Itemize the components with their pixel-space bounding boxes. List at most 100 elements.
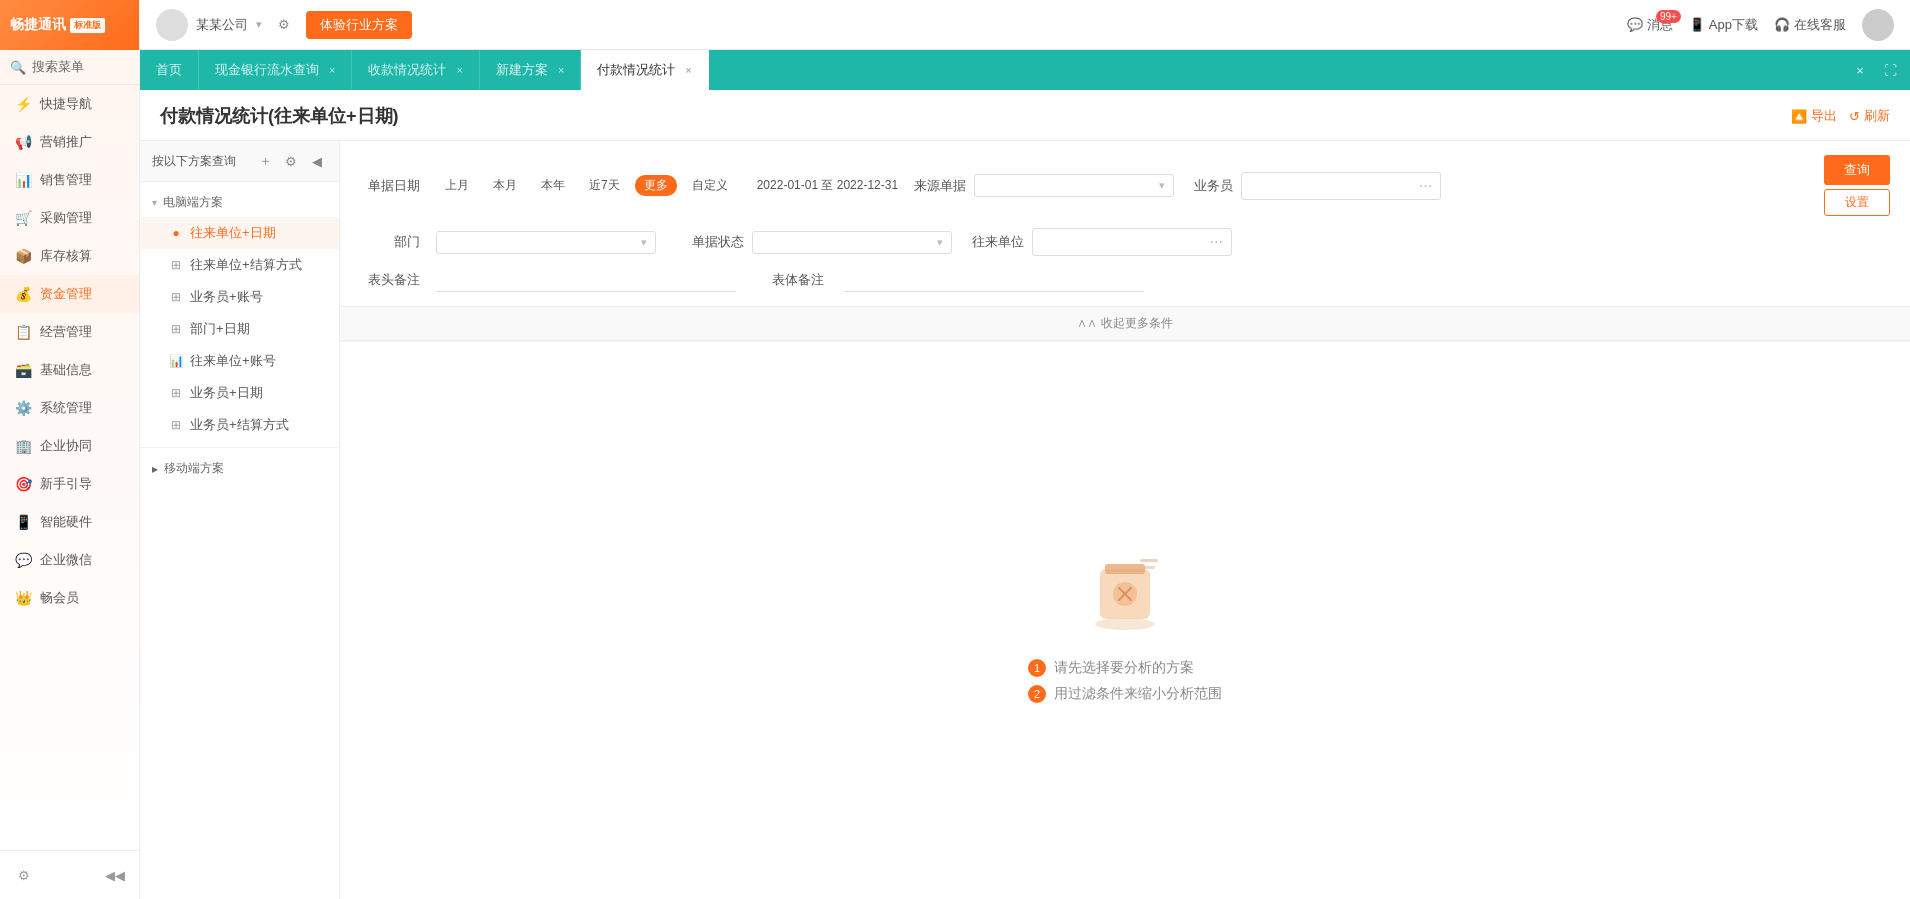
- sidebar-item-finance[interactable]: 💰 资金管理: [0, 275, 139, 313]
- svg-point-0: [1095, 618, 1155, 630]
- message-badge: 99+: [1656, 10, 1681, 23]
- dept-date-icon: ⊞: [168, 321, 184, 337]
- sidebar-search-item[interactable]: 🔍 搜索菜单: [0, 50, 139, 85]
- date-this-year-button[interactable]: 本年: [532, 174, 574, 197]
- sidebar-item-hardware[interactable]: 📱 智能硬件: [0, 503, 139, 541]
- mobile-scheme-group-title[interactable]: ▸ 移动端方案: [140, 454, 339, 483]
- date-label: 单据日期: [360, 177, 420, 195]
- unit-account-icon: 📊: [168, 353, 184, 369]
- app-badge: 标准版: [70, 18, 105, 33]
- tab-payment-stats[interactable]: 付款情况统计 ×: [581, 50, 708, 90]
- doc-status-select[interactable]: ▾: [752, 231, 952, 254]
- staff-dots-icon[interactable]: ···: [1419, 177, 1432, 195]
- partner-select[interactable]: ···: [1032, 228, 1232, 256]
- date-last-month-button[interactable]: 上月: [436, 174, 478, 197]
- app-name: 畅捷通讯: [10, 16, 66, 34]
- tabbar-actions: × ⛶: [1840, 50, 1910, 90]
- staff-date-icon: ⊞: [168, 385, 184, 401]
- search-label: 🔍 搜索菜单: [10, 58, 129, 76]
- quick-nav-icon: ⚡: [14, 95, 32, 113]
- source-doc-select[interactable]: ▾: [974, 174, 1174, 197]
- scheme-collapse-button[interactable]: ◀: [307, 151, 327, 171]
- hardware-icon: 📱: [14, 513, 32, 531]
- search-icon: 🔍: [10, 60, 26, 75]
- sidebar-item-basic[interactable]: 🗃️ 基础信息: [0, 351, 139, 389]
- topbar-settings-button[interactable]: ⚙: [270, 11, 298, 39]
- sidebar-settings-button[interactable]: ⚙: [10, 861, 38, 889]
- message-button[interactable]: 💬 消息 99+: [1627, 16, 1673, 34]
- company-chevron-icon[interactable]: ▾: [256, 18, 262, 31]
- trial-button[interactable]: 体验行业方案: [306, 11, 412, 39]
- app-download-button[interactable]: 📱 App下载: [1689, 16, 1758, 34]
- scheme-item-staff-date[interactable]: ⊞ 业务员+日期: [140, 377, 339, 409]
- sidebar-collapse-button[interactable]: ◀◀: [101, 861, 129, 889]
- body-note-input[interactable]: [844, 268, 1144, 292]
- sidebar-item-inventory[interactable]: 📦 库存核算: [0, 237, 139, 275]
- main-area: 某某公司 ▾ ⚙ 体验行业方案 💬 消息 99+ 📱 App下载 🎧 在线客服: [140, 0, 1910, 899]
- partner-dots-icon[interactable]: ···: [1210, 233, 1223, 251]
- topbar-right: 💬 消息 99+ 📱 App下载 🎧 在线客服: [1627, 9, 1894, 41]
- dept-select[interactable]: ▾: [436, 231, 656, 254]
- sidebar-item-system[interactable]: ⚙️ 系统管理: [0, 389, 139, 427]
- sidebar-item-enterprise[interactable]: 🏢 企业协同: [0, 427, 139, 465]
- tab-payment-stats-close-icon[interactable]: ×: [685, 64, 691, 76]
- date-range-display: 2022-01-01 至 2022-12-31: [757, 177, 898, 194]
- query-button[interactable]: 查询: [1824, 155, 1890, 185]
- user-avatar[interactable]: [1862, 9, 1894, 41]
- scheme-item-unit-date[interactable]: ● 往来单位+日期: [140, 217, 339, 249]
- sidebar-item-purchase[interactable]: 🛒 采购管理: [0, 199, 139, 237]
- sidebar-item-guide[interactable]: 🎯 新手引导: [0, 465, 139, 503]
- date-more-button[interactable]: 更多: [635, 175, 677, 196]
- filter-row-1: 单据日期 上月 本月 本年 近7天 更多 自定义 2022-01-01 至 20…: [360, 155, 1890, 216]
- scheme-add-button[interactable]: ＋: [255, 151, 275, 171]
- sidebar-item-marketing[interactable]: 📢 营销推广: [0, 123, 139, 161]
- refresh-button[interactable]: ↺ 刷新: [1849, 107, 1890, 125]
- sidebar-item-operation[interactable]: 📋 经营管理: [0, 313, 139, 351]
- date-last-7-days-button[interactable]: 近7天: [580, 174, 629, 197]
- source-doc-section: 来源单据 ▾: [914, 174, 1174, 197]
- scheme-panel: 按以下方案查询 ＋ ⚙ ◀ ▾ 电脑端方案 ● 往来单位+日期: [140, 141, 340, 899]
- finance-icon: 💰: [14, 285, 32, 303]
- tab-receipt-stats[interactable]: 收款情况统计 ×: [352, 50, 479, 90]
- staff-select[interactable]: ···: [1241, 172, 1441, 200]
- date-custom-button[interactable]: 自定义: [683, 174, 737, 197]
- filter-action-buttons: 查询 设置: [1824, 155, 1890, 216]
- scheme-item-unit-settle[interactable]: ⊞ 往来单位+结算方式: [140, 249, 339, 281]
- refresh-icon: ↺: [1849, 109, 1860, 124]
- tab-close-all-button[interactable]: ×: [1848, 58, 1872, 82]
- content-body: 按以下方案查询 ＋ ⚙ ◀ ▾ 电脑端方案 ● 往来单位+日期: [140, 141, 1910, 899]
- filter-settings-button[interactable]: 设置: [1824, 189, 1890, 216]
- page-actions: 🔼 导出 ↺ 刷新: [1791, 107, 1890, 137]
- scheme-item-staff-account[interactable]: ⊞ 业务员+账号: [140, 281, 339, 313]
- member-icon: 👑: [14, 589, 32, 607]
- header-note-input[interactable]: [436, 268, 736, 292]
- scheme-item-staff-settle[interactable]: ⊞ 业务员+结算方式: [140, 409, 339, 441]
- sidebar-item-sales[interactable]: 📊 销售管理: [0, 161, 139, 199]
- basic-icon: 🗃️: [14, 361, 32, 379]
- sidebar-item-member[interactable]: 👑 畅会员: [0, 579, 139, 617]
- scheme-item-dept-date[interactable]: ⊞ 部门+日期: [140, 313, 339, 345]
- tab-bank-flow[interactable]: 现金银行流水查询 ×: [199, 50, 352, 90]
- scheme-item-unit-account[interactable]: 📊 往来单位+账号: [140, 345, 339, 377]
- tab-new-scheme[interactable]: 新建方案 ×: [480, 50, 581, 90]
- sidebar-item-wechat[interactable]: 💬 企业微信: [0, 541, 139, 579]
- partner-section: 往来单位 ···: [972, 228, 1232, 256]
- filter-rows: 单据日期 上月 本月 本年 近7天 更多 自定义 2022-01-01 至 20…: [340, 141, 1910, 306]
- tab-receipt-stats-close-icon[interactable]: ×: [456, 64, 462, 76]
- tab-expand-button[interactable]: ⛶: [1878, 58, 1902, 82]
- date-this-month-button[interactable]: 本月: [484, 174, 526, 197]
- tab-bank-flow-close-icon[interactable]: ×: [329, 64, 335, 76]
- marketing-icon: 📢: [14, 133, 32, 151]
- enterprise-icon: 🏢: [14, 437, 32, 455]
- empty-state: 1 请先选择要分析的方案 2 用过滤条件来缩小分析范围: [340, 342, 1910, 899]
- tab-home[interactable]: 首页: [140, 50, 199, 90]
- collapse-more-button[interactable]: ∧∧ 收起更多条件: [340, 306, 1910, 340]
- wechat-icon: 💬: [14, 551, 32, 569]
- sidebar-logo: 畅捷通讯 标准版: [0, 0, 139, 50]
- online-service-button[interactable]: 🎧 在线客服: [1774, 16, 1846, 34]
- tab-new-scheme-close-icon[interactable]: ×: [558, 64, 564, 76]
- export-button[interactable]: 🔼 导出: [1791, 107, 1837, 125]
- sidebar-item-quick-nav[interactable]: ⚡ 快捷导航: [0, 85, 139, 123]
- scheme-settings-button[interactable]: ⚙: [281, 151, 301, 171]
- pc-scheme-group-title[interactable]: ▾ 电脑端方案: [140, 188, 339, 217]
